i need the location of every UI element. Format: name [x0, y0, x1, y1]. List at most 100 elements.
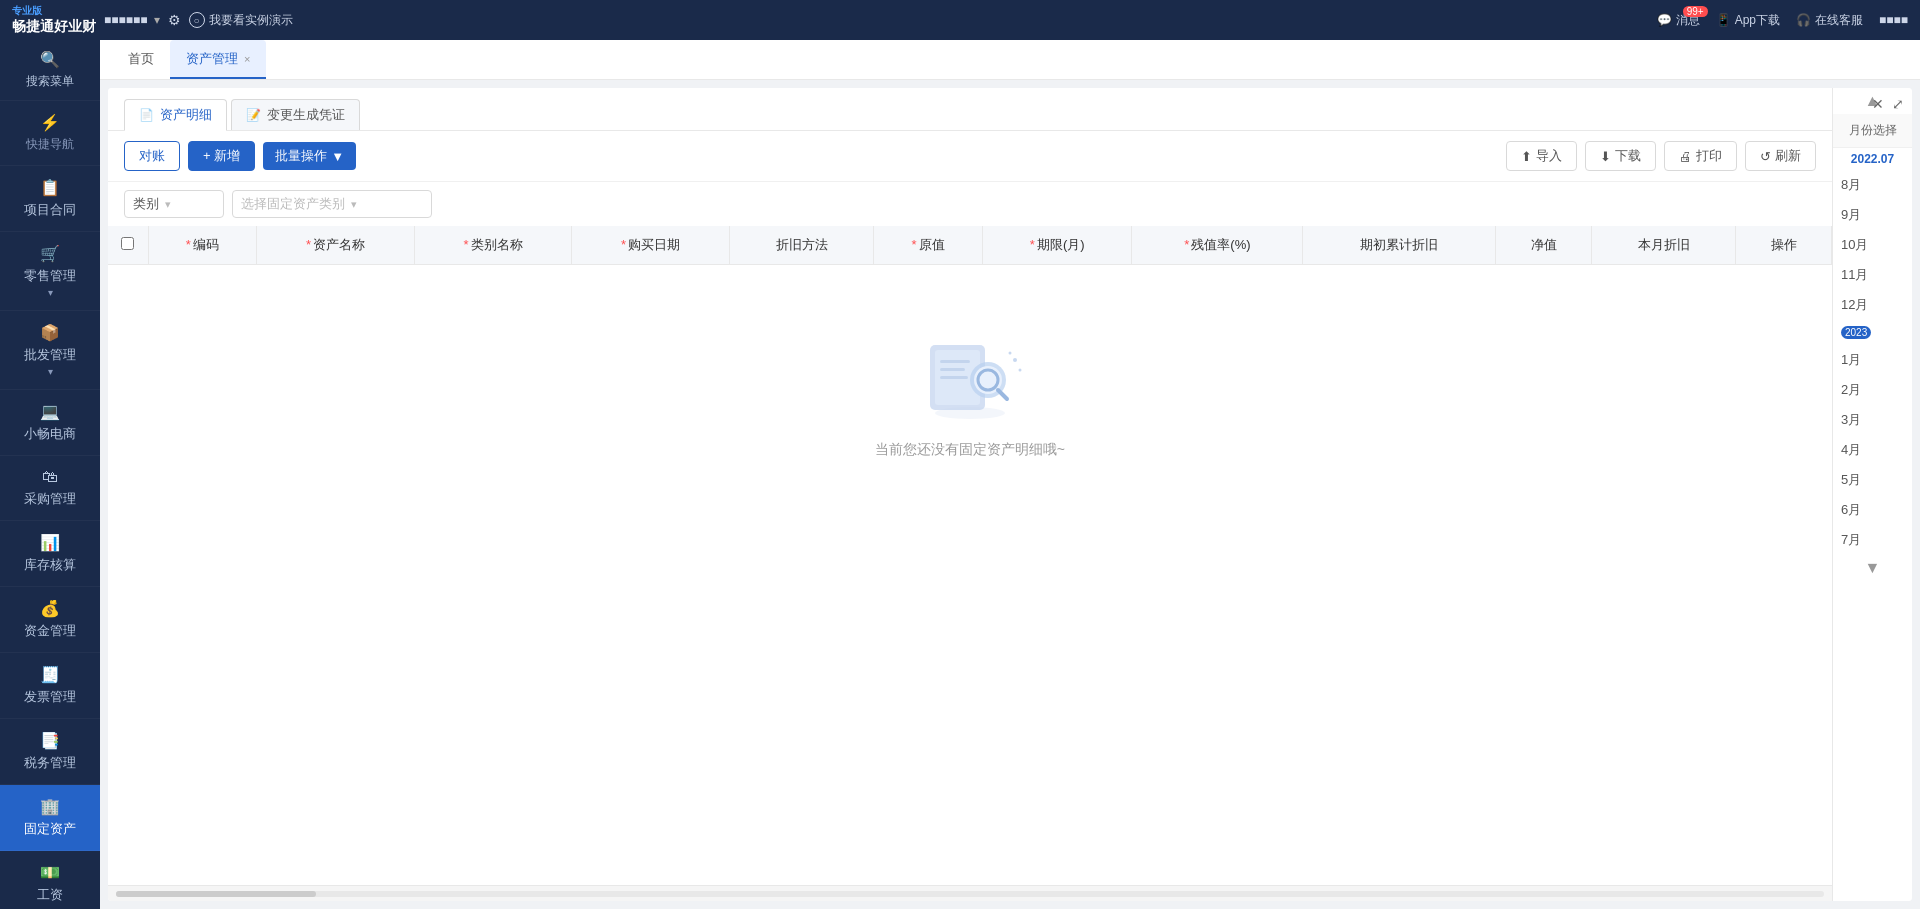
- sidebar-invoice-label: 发票管理: [24, 688, 76, 706]
- month-item-3[interactable]: 3月: [1833, 405, 1912, 435]
- scrollbar-track: [116, 891, 1824, 897]
- company-selector[interactable]: ■■■■■■ ▾: [104, 13, 160, 27]
- print-button[interactable]: 🖨 打印: [1664, 141, 1737, 171]
- tab-asset-management[interactable]: 资产管理 ×: [170, 40, 266, 79]
- category-select-arrow: ▾: [351, 198, 357, 211]
- panel-close-button[interactable]: ✕: [1872, 96, 1884, 112]
- col-term: *期限(月): [982, 226, 1131, 265]
- demo-label: 我要看实例演示: [209, 12, 293, 29]
- invoice-icon: 🧾: [40, 665, 60, 684]
- finance-icon: 💰: [40, 599, 60, 618]
- match-button[interactable]: 对账: [124, 141, 180, 171]
- svg-line-9: [998, 390, 1007, 399]
- month-item-7[interactable]: 7月: [1833, 525, 1912, 555]
- month-item-8[interactable]: 8月: [1833, 170, 1912, 200]
- category-select[interactable]: 选择固定资产类别 ▾: [232, 190, 432, 218]
- sub-tab-change-voucher[interactable]: 📝 变更生成凭证: [231, 99, 360, 130]
- month-item-12[interactable]: 12月: [1833, 290, 1912, 320]
- match-label: 对账: [139, 147, 165, 165]
- print-label: 打印: [1696, 147, 1722, 165]
- sidebar-item-project[interactable]: 📋 项目合同: [0, 166, 100, 232]
- purchase-icon: 🛍: [42, 468, 58, 486]
- category-filter-arrow: ▾: [165, 198, 171, 211]
- sidebar-item-ecommerce[interactable]: 💻 小畅电商: [0, 390, 100, 456]
- month-item-10[interactable]: 10月: [1833, 230, 1912, 260]
- import-button[interactable]: ⬆ 导入: [1506, 141, 1577, 171]
- month-4-label: 4月: [1841, 441, 1861, 459]
- sidebar-salary-label: 工资: [37, 886, 63, 904]
- refresh-button[interactable]: ↺ 刷新: [1745, 141, 1816, 171]
- svg-point-10: [1013, 358, 1017, 362]
- tab-close-icon[interactable]: ×: [244, 53, 250, 65]
- user-info[interactable]: ■■■■: [1879, 13, 1908, 27]
- app-download-button[interactable]: 📱 App下载: [1716, 12, 1780, 29]
- main-layout: 🔍 搜索菜单 ⚡ 快捷导航 📋 项目合同 🛒 零售管理 ▾ 📦 批发管理 ▾ 💻…: [0, 40, 1920, 909]
- tab-bar: 首页 资产管理 ×: [100, 40, 1920, 80]
- category-select-placeholder: 选择固定资产类别: [241, 195, 345, 213]
- month-item-2[interactable]: 2月: [1833, 375, 1912, 405]
- month-item-5[interactable]: 5月: [1833, 465, 1912, 495]
- app-name: 畅捷通好业财: [12, 18, 96, 36]
- app-logo: 专业版 畅捷通好业财: [12, 4, 96, 36]
- sidebar-item-purchase[interactable]: 🛍 采购管理: [0, 456, 100, 521]
- month-picker-nav-down[interactable]: ▼: [1833, 555, 1912, 581]
- col-asset-name: *资产名称: [257, 226, 415, 265]
- month-picker-year-2022: 2022.07: [1833, 148, 1912, 170]
- filter-bar: 类别 ▾ 选择固定资产类别 ▾: [108, 182, 1832, 226]
- month-item-11[interactable]: 11月: [1833, 260, 1912, 290]
- sidebar-item-tax[interactable]: 📑 税务管理: [0, 719, 100, 785]
- month-2-label: 2月: [1841, 381, 1861, 399]
- refresh-icon: ↺: [1760, 149, 1771, 164]
- sidebar-project-label: 项目合同: [24, 201, 76, 219]
- month-3-label: 3月: [1841, 411, 1861, 429]
- month-12-label: 12月: [1841, 296, 1868, 314]
- app-edition: 专业版: [12, 4, 96, 18]
- bottom-scrollbar-bar: [108, 885, 1832, 901]
- app-download-label: App下载: [1735, 12, 1780, 29]
- online-service-button[interactable]: 🎧 在线客服: [1796, 12, 1863, 29]
- select-all-checkbox[interactable]: [121, 237, 134, 250]
- app-download-icon: 📱: [1716, 13, 1731, 27]
- sidebar: 🔍 搜索菜单 ⚡ 快捷导航 📋 项目合同 🛒 零售管理 ▾ 📦 批发管理 ▾ 💻…: [0, 40, 100, 909]
- add-label: + 新增: [203, 147, 240, 165]
- sidebar-retail-label: 零售管理: [24, 267, 76, 285]
- sidebar-item-wholesale[interactable]: 📦 批发管理 ▾: [0, 311, 100, 390]
- sidebar-item-quick-nav[interactable]: ⚡ 快捷导航: [0, 101, 100, 166]
- svg-rect-4: [940, 368, 965, 371]
- tab-home-label: 首页: [128, 50, 154, 68]
- month-item-9[interactable]: 9月: [1833, 200, 1912, 230]
- company-dropdown-arrow: ▾: [154, 13, 160, 27]
- month-item-1[interactable]: 1月: [1833, 345, 1912, 375]
- sidebar-item-invoice[interactable]: 🧾 发票管理: [0, 653, 100, 719]
- demo-button[interactable]: ○ 我要看实例演示: [189, 12, 293, 29]
- tab-home[interactable]: 首页: [112, 40, 170, 79]
- month-item-4[interactable]: 4月: [1833, 435, 1912, 465]
- category-filter-label: 类别: [133, 195, 159, 213]
- sidebar-item-salary[interactable]: 💵 工资: [0, 851, 100, 909]
- month-10-label: 10月: [1841, 236, 1868, 254]
- batch-label: 批量操作: [275, 147, 327, 165]
- panel-maximize-button[interactable]: ⤢: [1892, 96, 1904, 112]
- download-button[interactable]: ⬇ 下载: [1585, 141, 1656, 171]
- quick-nav-icon: ⚡: [40, 113, 60, 132]
- batch-button[interactable]: 批量操作 ▼: [263, 142, 356, 170]
- wholesale-expand-icon: ▾: [48, 366, 53, 377]
- sidebar-item-retail[interactable]: 🛒 零售管理 ▾: [0, 232, 100, 311]
- add-button[interactable]: + 新增: [188, 141, 255, 171]
- empty-state: 当前您还没有固定资产明细哦~: [108, 265, 1832, 519]
- sidebar-wholesale-label: 批发管理: [24, 346, 76, 364]
- sidebar-item-search[interactable]: 🔍 搜索菜单: [0, 40, 100, 101]
- month-11-label: 11月: [1841, 266, 1868, 284]
- sidebar-item-finance[interactable]: 💰 资金管理: [0, 587, 100, 653]
- scrollbar-thumb[interactable]: [116, 891, 316, 897]
- category-filter[interactable]: 类别 ▾: [124, 190, 224, 218]
- sub-tab-asset-detail[interactable]: 📄 资产明细: [124, 99, 227, 131]
- message-button[interactable]: 💬 消息 99+: [1657, 12, 1700, 29]
- sidebar-finance-label: 资金管理: [24, 622, 76, 640]
- month-item-6[interactable]: 6月: [1833, 495, 1912, 525]
- sidebar-item-inventory[interactable]: 📊 库存核算: [0, 521, 100, 587]
- month-picker-header: 月份选择: [1833, 114, 1912, 148]
- sidebar-item-fixed-assets[interactable]: 🏢 固定资产: [0, 785, 100, 851]
- sidebar-tax-label: 税务管理: [24, 754, 76, 772]
- settings-button[interactable]: ⚙: [168, 12, 181, 28]
